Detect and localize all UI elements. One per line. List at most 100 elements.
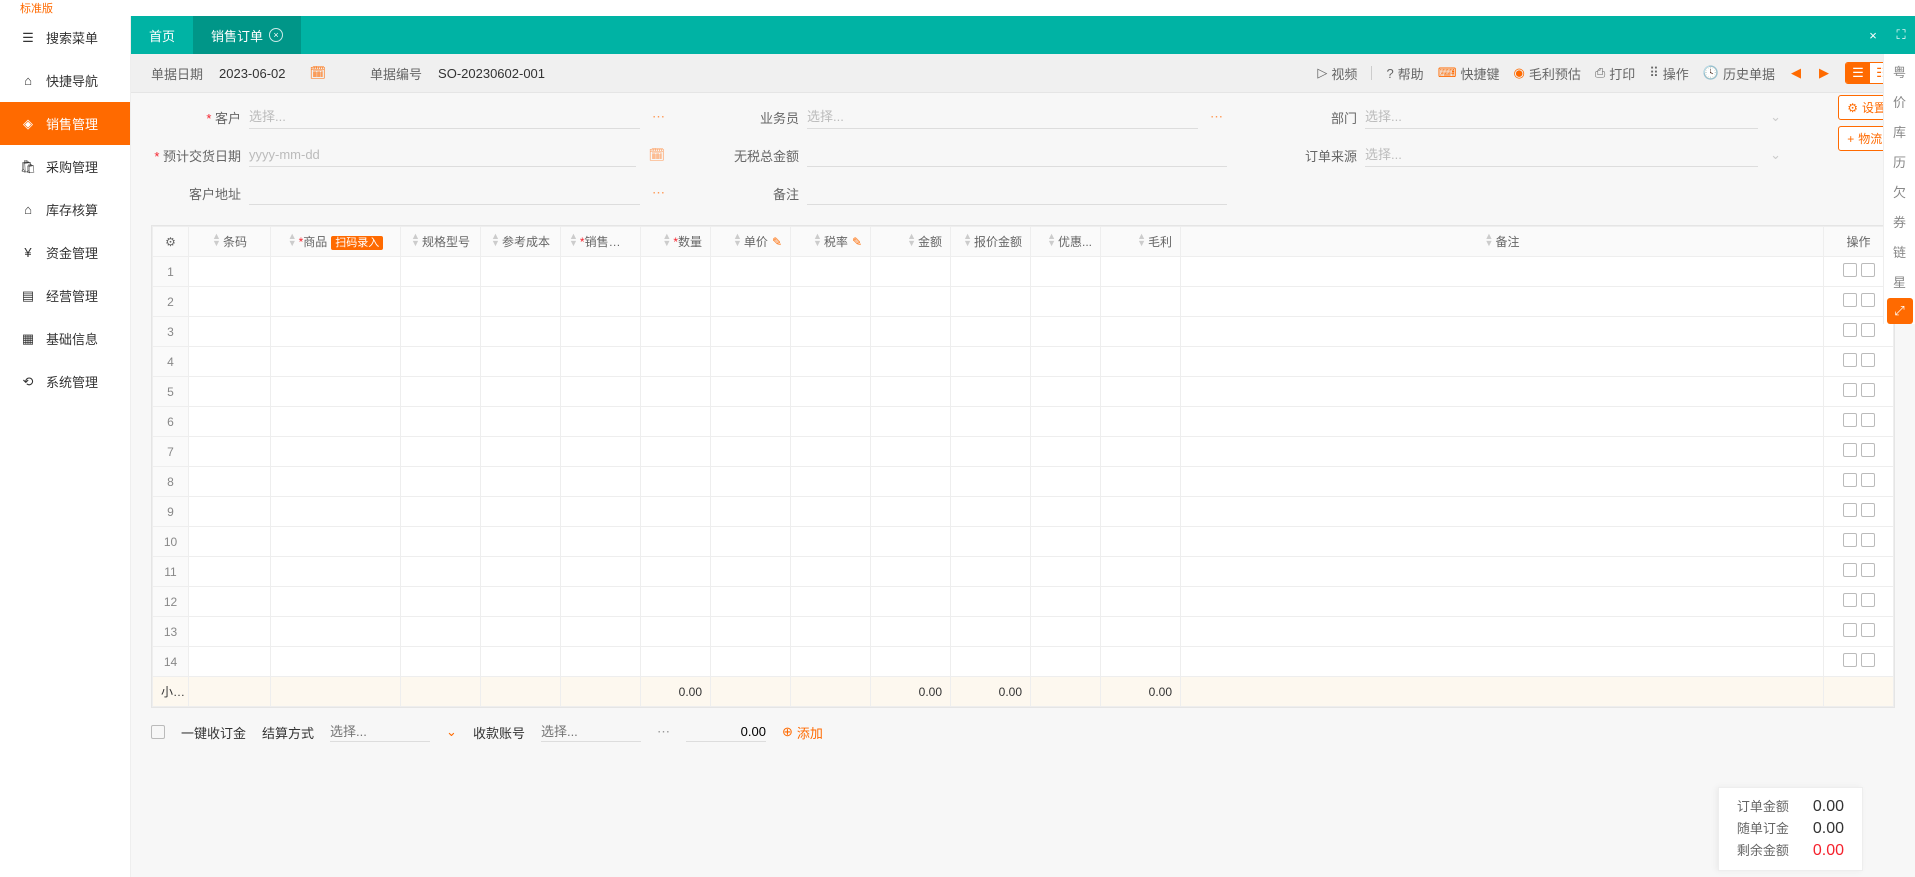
- delete-row-icon[interactable]: [1843, 323, 1857, 337]
- rail-item-4[interactable]: 欠: [1887, 178, 1913, 204]
- calendar-icon[interactable]: 🗓: [310, 65, 327, 81]
- account-select[interactable]: [541, 722, 641, 742]
- col-spec[interactable]: ▲▼规格型号: [401, 227, 481, 257]
- delete-row-icon[interactable]: [1843, 653, 1857, 667]
- table-row[interactable]: 7: [153, 437, 1894, 467]
- copy-row-icon[interactable]: [1861, 413, 1875, 427]
- copy-row-icon[interactable]: [1861, 473, 1875, 487]
- chevron-down-icon[interactable]: ⌄: [1766, 147, 1785, 163]
- rail-item-expand[interactable]: ⤢: [1887, 298, 1913, 324]
- customer-input[interactable]: [249, 105, 640, 129]
- ellipsis-icon[interactable]: ⋯: [648, 185, 669, 201]
- sidebar-item-funds[interactable]: ¥ 资金管理: [0, 231, 130, 274]
- delete-row-icon[interactable]: [1843, 413, 1857, 427]
- sidebar-item-basic[interactable]: ▦ 基础信息: [0, 317, 130, 360]
- sidebar-item-operation[interactable]: ▤ 经营管理: [0, 274, 130, 317]
- rail-item-5[interactable]: 券: [1887, 208, 1913, 234]
- col-profit[interactable]: ▲▼毛利: [1101, 227, 1181, 257]
- tab-sales-order[interactable]: 销售订单 ×: [193, 16, 301, 54]
- print-link[interactable]: ⎙打印: [1595, 64, 1635, 83]
- table-row[interactable]: 13: [153, 617, 1894, 647]
- sidebar-item-search[interactable]: ☰ 搜索菜单: [0, 16, 130, 59]
- edit-icon[interactable]: ✎: [852, 235, 862, 249]
- delete-row-icon[interactable]: [1843, 443, 1857, 457]
- calendar-icon[interactable]: 🗓: [644, 147, 669, 163]
- salesman-input[interactable]: [807, 105, 1198, 129]
- help-link[interactable]: ?帮助: [1386, 64, 1423, 83]
- method-select[interactable]: [330, 722, 430, 742]
- col-refcost[interactable]: ▲▼参考成本: [481, 227, 561, 257]
- sidebar-item-inventory[interactable]: ⌂ 库存核算: [0, 188, 130, 231]
- copy-row-icon[interactable]: [1861, 563, 1875, 577]
- table-row[interactable]: 11: [153, 557, 1894, 587]
- copy-row-icon[interactable]: [1861, 383, 1875, 397]
- tab-close-all-button[interactable]: ×: [1859, 16, 1887, 54]
- add-settlement-button[interactable]: ⊕添加: [782, 723, 823, 742]
- delete-row-icon[interactable]: [1843, 533, 1857, 547]
- sidebar-item-purchase[interactable]: 🛍 采购管理: [0, 145, 130, 188]
- fullscreen-button[interactable]: ⛶: [1887, 16, 1915, 54]
- scan-badge[interactable]: 扫码录入: [331, 236, 383, 250]
- prev-doc-button[interactable]: ◀: [1789, 65, 1803, 81]
- table-row[interactable]: 3: [153, 317, 1894, 347]
- ellipsis-icon[interactable]: ⋯: [1206, 109, 1227, 125]
- delete-row-icon[interactable]: [1843, 353, 1857, 367]
- rail-item-3[interactable]: 历: [1887, 148, 1913, 174]
- rail-item-7[interactable]: 星: [1887, 268, 1913, 294]
- delete-row-icon[interactable]: [1843, 623, 1857, 637]
- close-icon[interactable]: ×: [269, 28, 283, 42]
- delete-row-icon[interactable]: [1843, 293, 1857, 307]
- table-row[interactable]: 8: [153, 467, 1894, 497]
- chevron-down-icon[interactable]: ⌄: [1766, 109, 1785, 125]
- delete-row-icon[interactable]: [1843, 563, 1857, 577]
- deposit-amount-input[interactable]: [686, 722, 766, 742]
- copy-row-icon[interactable]: [1861, 353, 1875, 367]
- one-click-checkbox[interactable]: [151, 725, 165, 739]
- table-row[interactable]: 2: [153, 287, 1894, 317]
- tab-home[interactable]: 首页: [131, 16, 193, 54]
- col-amount[interactable]: ▲▼金额: [871, 227, 951, 257]
- customer-addr-input[interactable]: [249, 181, 640, 205]
- sidebar-item-system[interactable]: ⟲ 系统管理: [0, 360, 130, 403]
- next-doc-button[interactable]: ▶: [1817, 65, 1831, 81]
- table-row[interactable]: 10: [153, 527, 1894, 557]
- shortcut-link[interactable]: ⌨快捷键: [1438, 64, 1500, 83]
- doc-date-value[interactable]: 2023-06-02: [219, 66, 286, 81]
- rail-item-2[interactable]: 库: [1887, 118, 1913, 144]
- chevron-down-icon[interactable]: ⌄: [446, 724, 457, 740]
- ellipsis-icon[interactable]: ⋯: [657, 724, 670, 740]
- table-row[interactable]: 9: [153, 497, 1894, 527]
- delete-row-icon[interactable]: [1843, 263, 1857, 277]
- copy-row-icon[interactable]: [1861, 323, 1875, 337]
- remark-input[interactable]: [807, 181, 1227, 205]
- col-barcode[interactable]: ▲▼条码: [189, 227, 271, 257]
- profit-link[interactable]: ◉毛利预估: [1513, 64, 1580, 83]
- copy-row-icon[interactable]: [1861, 443, 1875, 457]
- rail-item-0[interactable]: 粤: [1887, 58, 1913, 84]
- table-row[interactable]: 6: [153, 407, 1894, 437]
- copy-row-icon[interactable]: [1861, 263, 1875, 277]
- col-quote[interactable]: ▲▼报价金额: [951, 227, 1031, 257]
- delete-row-icon[interactable]: [1843, 473, 1857, 487]
- history-link[interactable]: 🕓历史单据: [1703, 64, 1775, 83]
- copy-row-icon[interactable]: [1861, 293, 1875, 307]
- col-unit[interactable]: ▲▼*销售单位: [561, 227, 641, 257]
- rail-item-6[interactable]: 链: [1887, 238, 1913, 264]
- rail-item-1[interactable]: 价: [1887, 88, 1913, 114]
- delete-row-icon[interactable]: [1843, 503, 1857, 517]
- copy-row-icon[interactable]: [1861, 593, 1875, 607]
- col-remark[interactable]: ▲▼备注: [1181, 227, 1824, 257]
- sidebar-item-sales[interactable]: ◈ 销售管理: [0, 102, 130, 145]
- copy-row-icon[interactable]: [1861, 503, 1875, 517]
- edit-icon[interactable]: ✎: [772, 235, 782, 249]
- col-tax[interactable]: ▲▼税率✎: [791, 227, 871, 257]
- table-row[interactable]: 1: [153, 257, 1894, 287]
- table-row[interactable]: 4: [153, 347, 1894, 377]
- notax-total-input[interactable]: [807, 143, 1227, 167]
- delivery-date-input[interactable]: [249, 143, 636, 167]
- operate-link[interactable]: ⠿操作: [1649, 64, 1689, 83]
- order-source-input[interactable]: [1365, 143, 1758, 167]
- col-price[interactable]: ▲▼单价✎: [711, 227, 791, 257]
- delete-row-icon[interactable]: [1843, 593, 1857, 607]
- video-link[interactable]: ▷视频: [1317, 64, 1357, 83]
